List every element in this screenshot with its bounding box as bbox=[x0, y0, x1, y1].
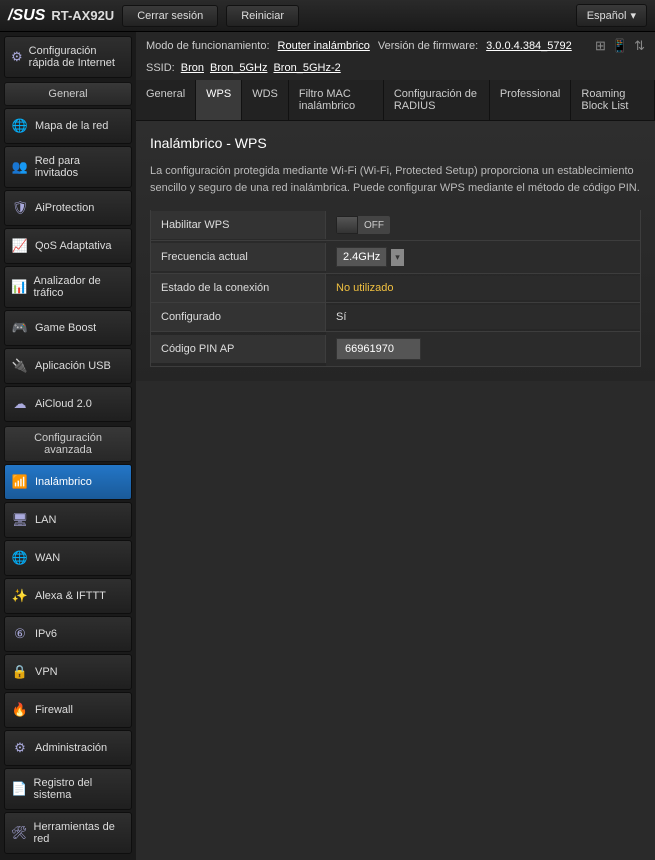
usb-icon: 🔌 bbox=[11, 357, 29, 375]
sidebar-item-traffic-analyzer[interactable]: 📊Analizador de tráfico bbox=[4, 266, 132, 308]
reboot-button[interactable]: Reiniciar bbox=[226, 5, 299, 27]
pin-input[interactable] bbox=[336, 338, 421, 360]
tools-icon: 🛠 bbox=[11, 824, 28, 842]
value-configured: Sí bbox=[336, 311, 346, 323]
info-bar: Modo de funcionamiento: Router inalámbri… bbox=[136, 32, 655, 80]
tab-wps[interactable]: WPS bbox=[196, 80, 242, 120]
page-title: Inalámbrico - WPS bbox=[150, 135, 641, 151]
globe-icon: 🌐 bbox=[11, 117, 29, 135]
sidebar-item-wireless[interactable]: 📶Inalámbrico bbox=[4, 464, 132, 500]
sidebar-item-usb-app[interactable]: 🔌Aplicación USB bbox=[4, 348, 132, 384]
vpn-icon: 🔒 bbox=[11, 663, 29, 681]
mode-label: Modo de funcionamiento: bbox=[146, 40, 270, 52]
tab-roaming-block[interactable]: Roaming Block List bbox=[571, 80, 655, 120]
sidebar-item-quick-setup[interactable]: ⚙ Configuración rápida de Internet bbox=[4, 36, 132, 78]
shield-icon: 🛡 bbox=[11, 199, 29, 217]
sidebar-item-network-map[interactable]: 🌐Mapa de la red bbox=[4, 108, 132, 144]
aimesh-icon[interactable]: ⊞ bbox=[595, 38, 606, 54]
tab-radius[interactable]: Configuración de RADIUS bbox=[384, 80, 490, 120]
logout-button[interactable]: Cerrar sesión bbox=[122, 5, 218, 27]
mobile-icon[interactable]: 📱 bbox=[612, 38, 628, 54]
status-icons: ⊞ 📱 ⇅ bbox=[595, 38, 645, 54]
smart-icon: ✨ bbox=[11, 587, 29, 605]
people-icon: 👥 bbox=[11, 158, 29, 176]
fw-label: Versión de firmware: bbox=[378, 40, 478, 52]
sidebar-item-guest-network[interactable]: 👥Red para invitados bbox=[4, 146, 132, 188]
chart-icon: 📊 bbox=[11, 278, 27, 296]
tab-wds[interactable]: WDS bbox=[242, 80, 289, 120]
fw-value[interactable]: 3.0.0.4.384_5792 bbox=[486, 40, 572, 52]
sidebar-item-vpn[interactable]: 🔒VPN bbox=[4, 654, 132, 690]
ssid-2[interactable]: Bron_5GHz bbox=[210, 62, 267, 74]
ssid-3[interactable]: Bron_5GHz-2 bbox=[273, 62, 340, 74]
row-enable-wps: Habilitar WPS OFF bbox=[150, 210, 641, 241]
log-icon: 📄 bbox=[11, 780, 28, 798]
sidebar-item-aiprotection[interactable]: 🛡AiProtection bbox=[4, 190, 132, 226]
ipv6-icon: ⑥ bbox=[11, 625, 29, 643]
gear-icon: ⚙ bbox=[11, 739, 29, 757]
main-panel: Modo de funcionamiento: Router inalámbri… bbox=[136, 32, 655, 860]
sidebar-item-qos[interactable]: 📈QoS Adaptativa bbox=[4, 228, 132, 264]
header: /SUS RT-AX92U Cerrar sesión Reiniciar Es… bbox=[0, 0, 655, 32]
cloud-icon: ☁ bbox=[11, 395, 29, 413]
language-selector[interactable]: Español ▾ bbox=[576, 4, 647, 27]
lan-icon: 🖥 bbox=[11, 511, 29, 529]
frequency-select[interactable]: 2.4GHz bbox=[336, 247, 387, 267]
model-name: RT-AX92U bbox=[51, 8, 114, 23]
globe-gear-icon: ⚙ bbox=[11, 48, 23, 66]
wan-icon: 🌐 bbox=[11, 549, 29, 567]
ssid-1[interactable]: Bron bbox=[181, 62, 204, 74]
toggle-knob bbox=[336, 216, 358, 234]
tab-mac-filter[interactable]: Filtro MAC inalámbrico bbox=[289, 80, 384, 120]
fire-icon: 🔥 bbox=[11, 701, 29, 719]
sidebar-item-net-tools[interactable]: 🛠Herramientas de red bbox=[4, 812, 132, 854]
sidebar-item-alexa-ifttt[interactable]: ✨Alexa & IFTTT bbox=[4, 578, 132, 614]
sidebar-item-ipv6[interactable]: ⑥IPv6 bbox=[4, 616, 132, 652]
tab-general[interactable]: General bbox=[136, 80, 196, 120]
row-configured: Configurado Sí bbox=[150, 303, 641, 332]
content: Inalámbrico - WPS La configuración prote… bbox=[136, 121, 655, 381]
toggle-label: OFF bbox=[358, 218, 390, 233]
brand-logo: /SUS bbox=[8, 7, 45, 25]
usb-status-icon[interactable]: ⇅ bbox=[634, 38, 645, 54]
ssid-label: SSID: bbox=[146, 62, 175, 74]
label-configured: Configurado bbox=[151, 303, 326, 331]
gamepad-icon: 🎮 bbox=[11, 319, 29, 337]
sidebar-item-syslog[interactable]: 📄Registro del sistema bbox=[4, 768, 132, 810]
label-conn-status: Estado de la conexión bbox=[151, 274, 326, 302]
mode-value[interactable]: Router inalámbrico bbox=[278, 40, 370, 52]
tabs: General WPS WDS Filtro MAC inalámbrico C… bbox=[136, 80, 655, 121]
sidebar-item-wan[interactable]: 🌐WAN bbox=[4, 540, 132, 576]
sidebar-item-firewall[interactable]: 🔥Firewall bbox=[4, 692, 132, 728]
sidebar-header-advanced: Configuración avanzada bbox=[4, 426, 132, 462]
gauge-icon: 📈 bbox=[11, 237, 29, 255]
toggle-wps[interactable]: OFF bbox=[336, 216, 390, 234]
sidebar-item-aicloud[interactable]: ☁AiCloud 2.0 bbox=[4, 386, 132, 422]
label-frequency: Frecuencia actual bbox=[151, 243, 326, 271]
chevron-down-icon[interactable]: ▾ bbox=[391, 249, 404, 266]
tab-professional[interactable]: Professional bbox=[490, 80, 572, 120]
sidebar-item-lan[interactable]: 🖥LAN bbox=[4, 502, 132, 538]
row-connection-status: Estado de la conexión No utilizado bbox=[150, 274, 641, 303]
row-pin: Código PIN AP bbox=[150, 332, 641, 367]
chevron-down-icon: ▾ bbox=[630, 9, 636, 22]
row-frequency: Frecuencia actual 2.4GHz▾ bbox=[150, 241, 641, 274]
sidebar-header-general: General bbox=[4, 82, 132, 106]
label-pin: Código PIN AP bbox=[151, 335, 326, 363]
sidebar: ⚙ Configuración rápida de Internet Gener… bbox=[0, 32, 136, 860]
sidebar-item-admin[interactable]: ⚙Administración bbox=[4, 730, 132, 766]
value-conn-status: No utilizado bbox=[336, 282, 393, 294]
wifi-icon: 📶 bbox=[11, 473, 29, 491]
page-description: La configuración protegida mediante Wi-F… bbox=[150, 163, 641, 196]
sidebar-item-game-boost[interactable]: 🎮Game Boost bbox=[4, 310, 132, 346]
label-enable-wps: Habilitar WPS bbox=[151, 211, 326, 239]
